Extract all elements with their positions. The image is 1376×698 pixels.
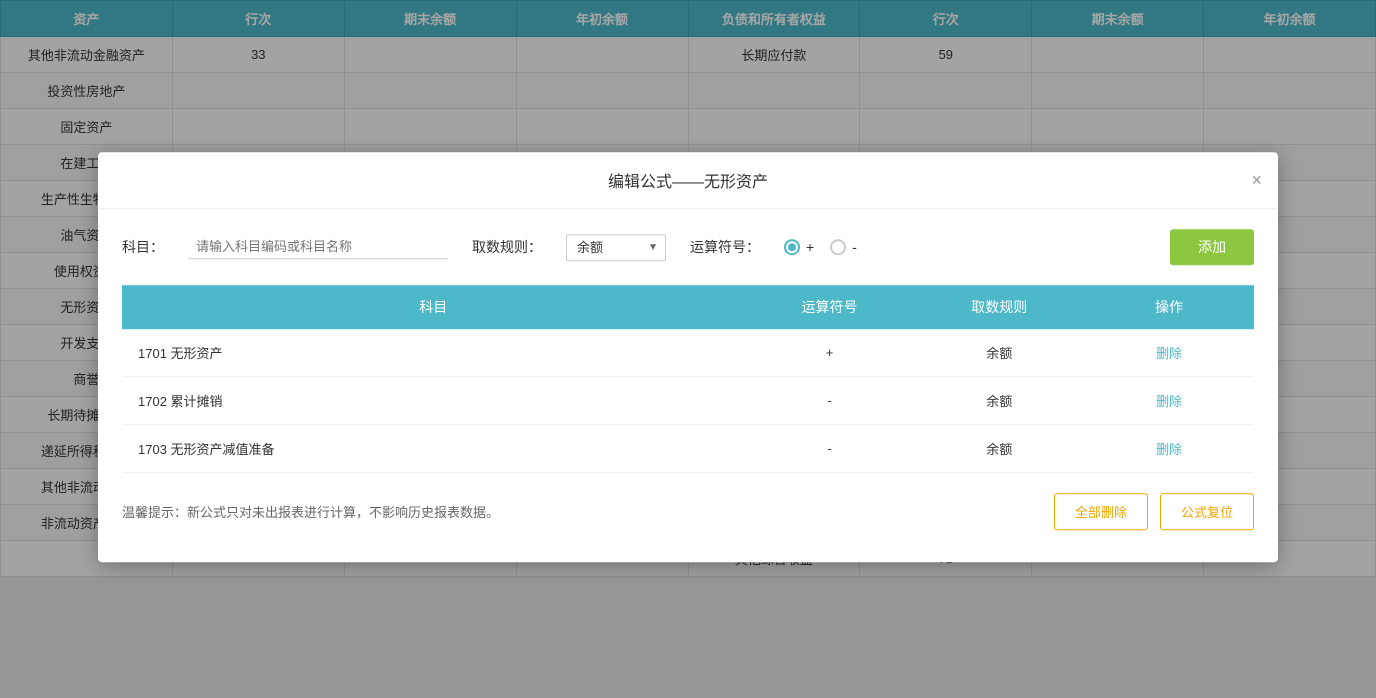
table-row: 1702 累计摊销-余额 删除 <box>122 377 1254 425</box>
delete-row-button-2[interactable]: 删除 <box>1156 439 1182 458</box>
operator-minus-label: - <box>852 239 857 255</box>
cell-action: 删除 <box>1084 329 1254 377</box>
reset-formula-button[interactable]: 公式复位 <box>1160 493 1254 530</box>
modal-title: 编辑公式——无形资产 <box>608 168 768 192</box>
operator-plus-radio[interactable]: + <box>784 239 814 255</box>
cell-action: 删除 <box>1084 425 1254 473</box>
cell-rule: 余额 <box>914 329 1084 377</box>
formula-table: 科目 运算符号 取数规则 操作 1701 无形资产+余额删除1702 累计摊销-… <box>122 285 1254 473</box>
th-action: 操作 <box>1084 285 1254 329</box>
subject-label: 科目： <box>122 237 164 257</box>
table-row: 1703 无形资产减值准备-余额 删除 <box>122 425 1254 473</box>
cell-rule: 余额 <box>914 377 1084 425</box>
edit-formula-modal: 编辑公式——无形资产 × 科目： 取数规则： 余额 借方 贷方 借方发生额 贷方… <box>98 152 1278 562</box>
formula-table-wrapper: 科目 运算符号 取数规则 操作 1701 无形资产+余额删除1702 累计摊销-… <box>98 285 1278 473</box>
modal-header: 编辑公式——无形资产 × <box>98 152 1278 209</box>
modal-close-button[interactable]: × <box>1251 171 1262 189</box>
cell-operator: - <box>745 425 915 473</box>
warning-text: 温馨提示：新公式只对未出报表进行计算，不影响历史报表数据。 <box>122 502 499 521</box>
cell-subject: 1701 无形资产 <box>122 329 745 377</box>
rule-select-wrapper: 余额 借方 贷方 借方发生额 贷方发生额 ▼ <box>566 234 666 261</box>
th-subject: 科目 <box>122 285 745 329</box>
cell-operator: - <box>745 377 915 425</box>
operator-radio-group: + - <box>784 239 857 255</box>
operator-minus-circle <box>830 239 846 255</box>
delete-all-button[interactable]: 全部删除 <box>1054 493 1148 530</box>
table-header-row: 科目 运算符号 取数规则 操作 <box>122 285 1254 329</box>
add-button[interactable]: 添加 <box>1170 229 1254 265</box>
delete-row-button-0[interactable]: 删除 <box>1156 343 1182 362</box>
footer-buttons: 全部删除 公式复位 <box>1054 493 1254 530</box>
warning-row: 温馨提示：新公式只对未出报表进行计算，不影响历史报表数据。 全部删除 公式复位 <box>98 473 1278 538</box>
table-row: 1701 无形资产+余额 删除 <box>122 329 1254 377</box>
subject-input[interactable] <box>188 235 448 259</box>
operator-label: 运算符号： <box>690 237 760 257</box>
operator-minus-radio[interactable]: - <box>830 239 857 255</box>
cell-operator: + <box>745 329 915 377</box>
formula-table-body: 1701 无形资产+余额删除1702 累计摊销-余额删除1703 无形资产减值准… <box>122 329 1254 473</box>
delete-row-button-1[interactable]: 删除 <box>1156 391 1182 410</box>
rule-select[interactable]: 余额 借方 贷方 借方发生额 贷方发生额 <box>566 234 666 261</box>
th-rule: 取数规则 <box>914 285 1084 329</box>
th-operator: 运算符号 <box>745 285 915 329</box>
operator-plus-circle <box>784 239 800 255</box>
formula-form: 科目： 取数规则： 余额 借方 贷方 借方发生额 贷方发生额 ▼ 运算符号： +… <box>98 209 1278 285</box>
rule-label: 取数规则： <box>472 237 542 257</box>
cell-subject: 1703 无形资产减值准备 <box>122 425 745 473</box>
cell-subject: 1702 累计摊销 <box>122 377 745 425</box>
cell-action: 删除 <box>1084 377 1254 425</box>
cell-rule: 余额 <box>914 425 1084 473</box>
operator-plus-label: + <box>806 239 814 255</box>
